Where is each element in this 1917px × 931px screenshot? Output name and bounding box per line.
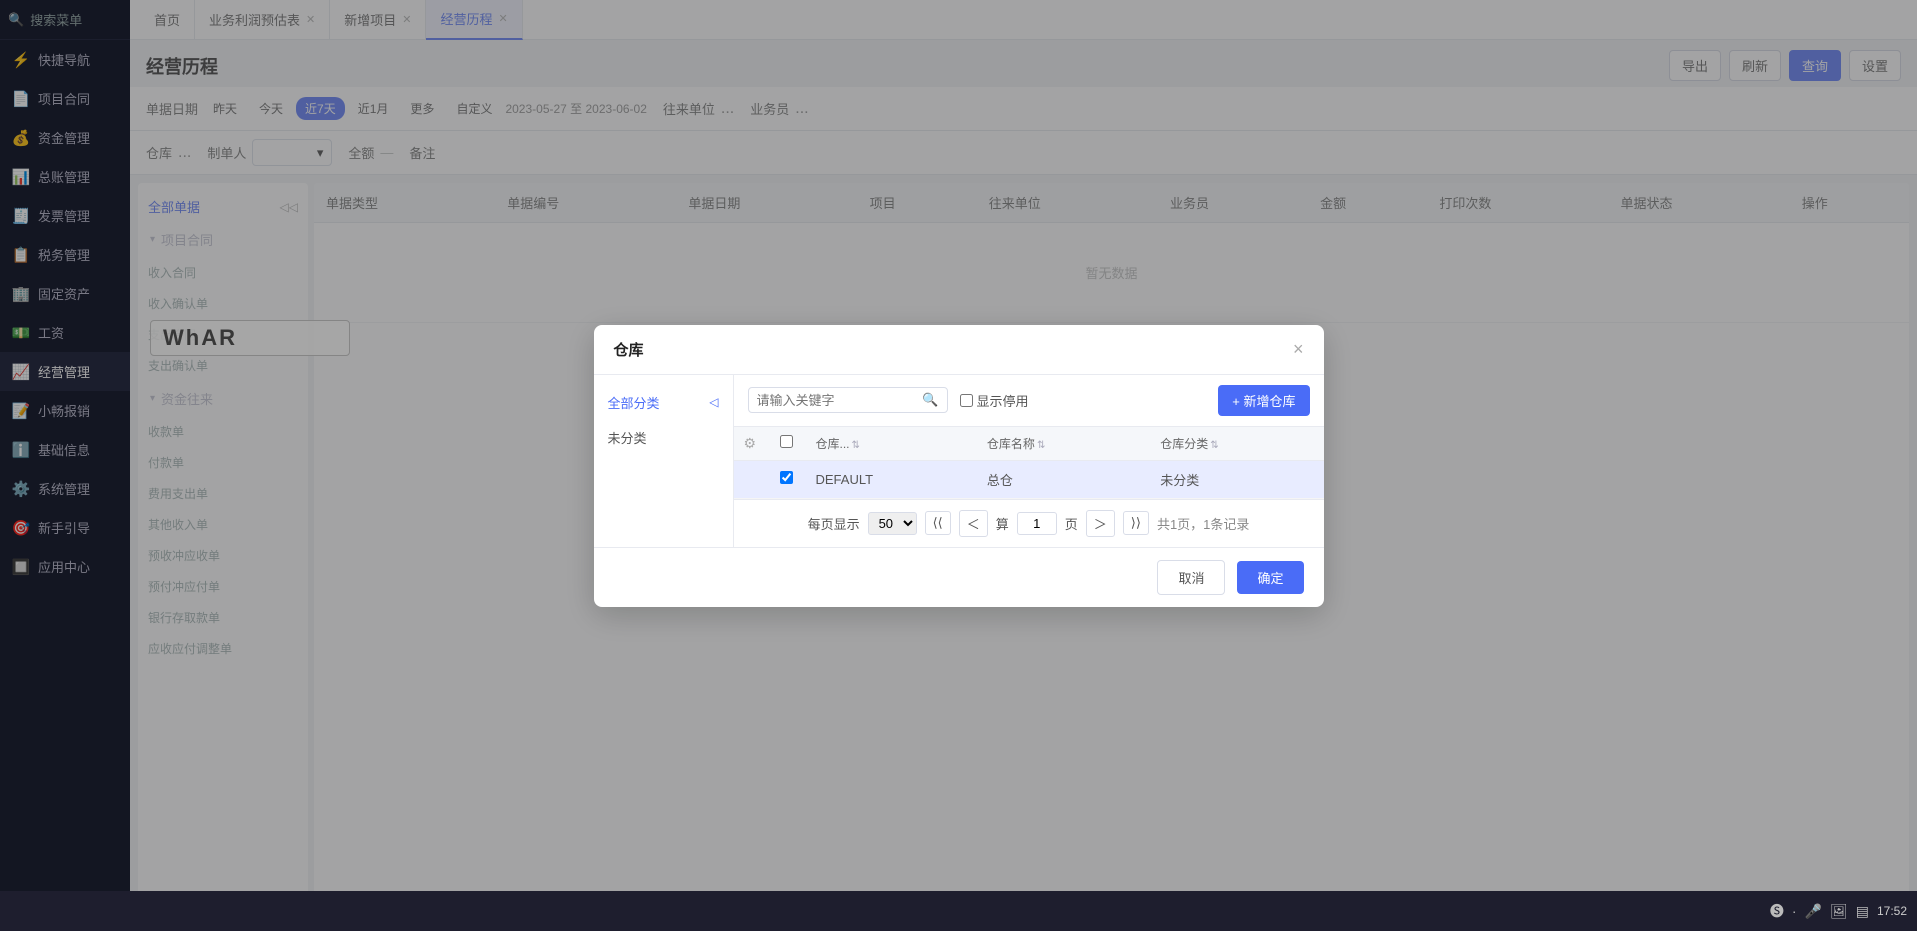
taskbar-mic-icon: 🎤 [1805, 903, 1822, 920]
add-warehouse-button[interactable]: + 新增仓库 [1218, 385, 1309, 416]
modal-uncategorized[interactable]: 未分类 [594, 420, 733, 455]
pagination-per-page-label: 每页显示 [808, 514, 860, 533]
modal-table: ⚙ 仓库...⇅ 仓库名称⇅ 仓库分类⇅ DEFAULT 总仓 未分类 [734, 427, 1324, 499]
modal-close-button[interactable]: × [1293, 339, 1304, 360]
modal-category-sidebar: 全部分类 ◁ 未分类 [594, 375, 734, 547]
modal-toolbar-left: 🔍 显示停用 [748, 387, 1029, 413]
warehouse-table-body: DEFAULT 总仓 未分类 [734, 460, 1324, 498]
settings-gear-icon[interactable]: ⚙ [744, 435, 757, 451]
first-page-button[interactable]: ⟨⟨ [925, 511, 951, 535]
warehouse-row[interactable]: DEFAULT 总仓 未分类 [734, 460, 1324, 498]
name-sort-icon: ⇅ [1037, 440, 1045, 451]
th-checkbox [770, 427, 806, 461]
modal-header: 仓库 × [594, 325, 1324, 375]
pagination-size-select[interactable]: 50 [868, 512, 917, 535]
warehouse-table-head: ⚙ 仓库...⇅ 仓库名称⇅ 仓库分类⇅ [734, 427, 1324, 461]
taskbar: 🅢 · 🎤 🖼 ▤ 17:52 [0, 891, 1917, 931]
cancel-button[interactable]: 取消 [1157, 560, 1225, 595]
taskbar-dot-icon: · [1792, 903, 1797, 919]
row-code: DEFAULT [806, 460, 977, 498]
page-number-input[interactable] [1017, 512, 1057, 535]
show-disabled-text: 显示停用 [977, 391, 1029, 410]
row-settings [734, 460, 770, 498]
pagination-page-label: 算 [996, 514, 1009, 533]
modal-sidebar-collapse-icon[interactable]: ◁ [709, 395, 718, 409]
next-page-button[interactable]: ＞ [1086, 510, 1115, 537]
modal-pagination: 每页显示 50 ⟨⟨ ＜ 算 页 ＞ ⟩⟩ 共1页，1条记录 [734, 499, 1324, 547]
row-category: 未分类 [1150, 460, 1323, 498]
th-code: 仓库...⇅ [806, 427, 977, 461]
row-checkbox[interactable] [770, 460, 806, 498]
modal-title: 仓库 [614, 339, 644, 360]
prev-page-button[interactable]: ＜ [959, 510, 988, 537]
modal-main: 🔍 显示停用 + 新增仓库 ⚙ [734, 375, 1324, 547]
modal-all-category[interactable]: 全部分类 ◁ [594, 385, 733, 420]
th-category: 仓库分类⇅ [1150, 427, 1323, 461]
modal-toolbar: 🔍 显示停用 + 新增仓库 [734, 375, 1324, 427]
modal-search-icon: 🔍 [922, 392, 938, 408]
taskbar-time: 17:52 [1877, 904, 1907, 918]
select-all-checkbox[interactable] [780, 435, 793, 448]
taskbar-img-icon: 🖼 [1830, 903, 1848, 920]
last-page-button[interactable]: ⟩⟩ [1123, 511, 1149, 535]
taskbar-menu-icon: ▤ [1856, 903, 1869, 920]
modal-overlay: 仓库 × 全部分类 ◁ 未分类 🔍 [0, 0, 1917, 931]
row-select-checkbox[interactable] [780, 471, 793, 484]
warehouse-table: ⚙ 仓库...⇅ 仓库名称⇅ 仓库分类⇅ DEFAULT 总仓 未分类 [734, 427, 1324, 499]
modal-footer: 取消 确定 [594, 547, 1324, 607]
modal-body: 全部分类 ◁ 未分类 🔍 显 [594, 375, 1324, 547]
taskbar-s-icon: 🅢 [1770, 901, 1784, 921]
pagination-total: 共1页，1条记录 [1157, 514, 1249, 533]
confirm-button[interactable]: 确定 [1237, 561, 1303, 594]
code-sort-icon: ⇅ [852, 440, 860, 451]
warehouse-modal: 仓库 × 全部分类 ◁ 未分类 🔍 [594, 325, 1324, 607]
pagination-page-suffix: 页 [1065, 514, 1078, 533]
row-name: 总仓 [977, 460, 1150, 498]
category-sort-icon: ⇅ [1210, 440, 1218, 451]
show-disabled-checkbox[interactable] [960, 394, 973, 407]
th-name: 仓库名称⇅ [977, 427, 1150, 461]
modal-search-box[interactable]: 🔍 [748, 387, 948, 413]
modal-all-category-label: 全部分类 [608, 393, 660, 412]
th-settings: ⚙ [734, 427, 770, 461]
show-disabled-label[interactable]: 显示停用 [960, 391, 1029, 410]
modal-uncategorized-label: 未分类 [608, 428, 647, 447]
modal-search-input[interactable] [757, 393, 917, 408]
